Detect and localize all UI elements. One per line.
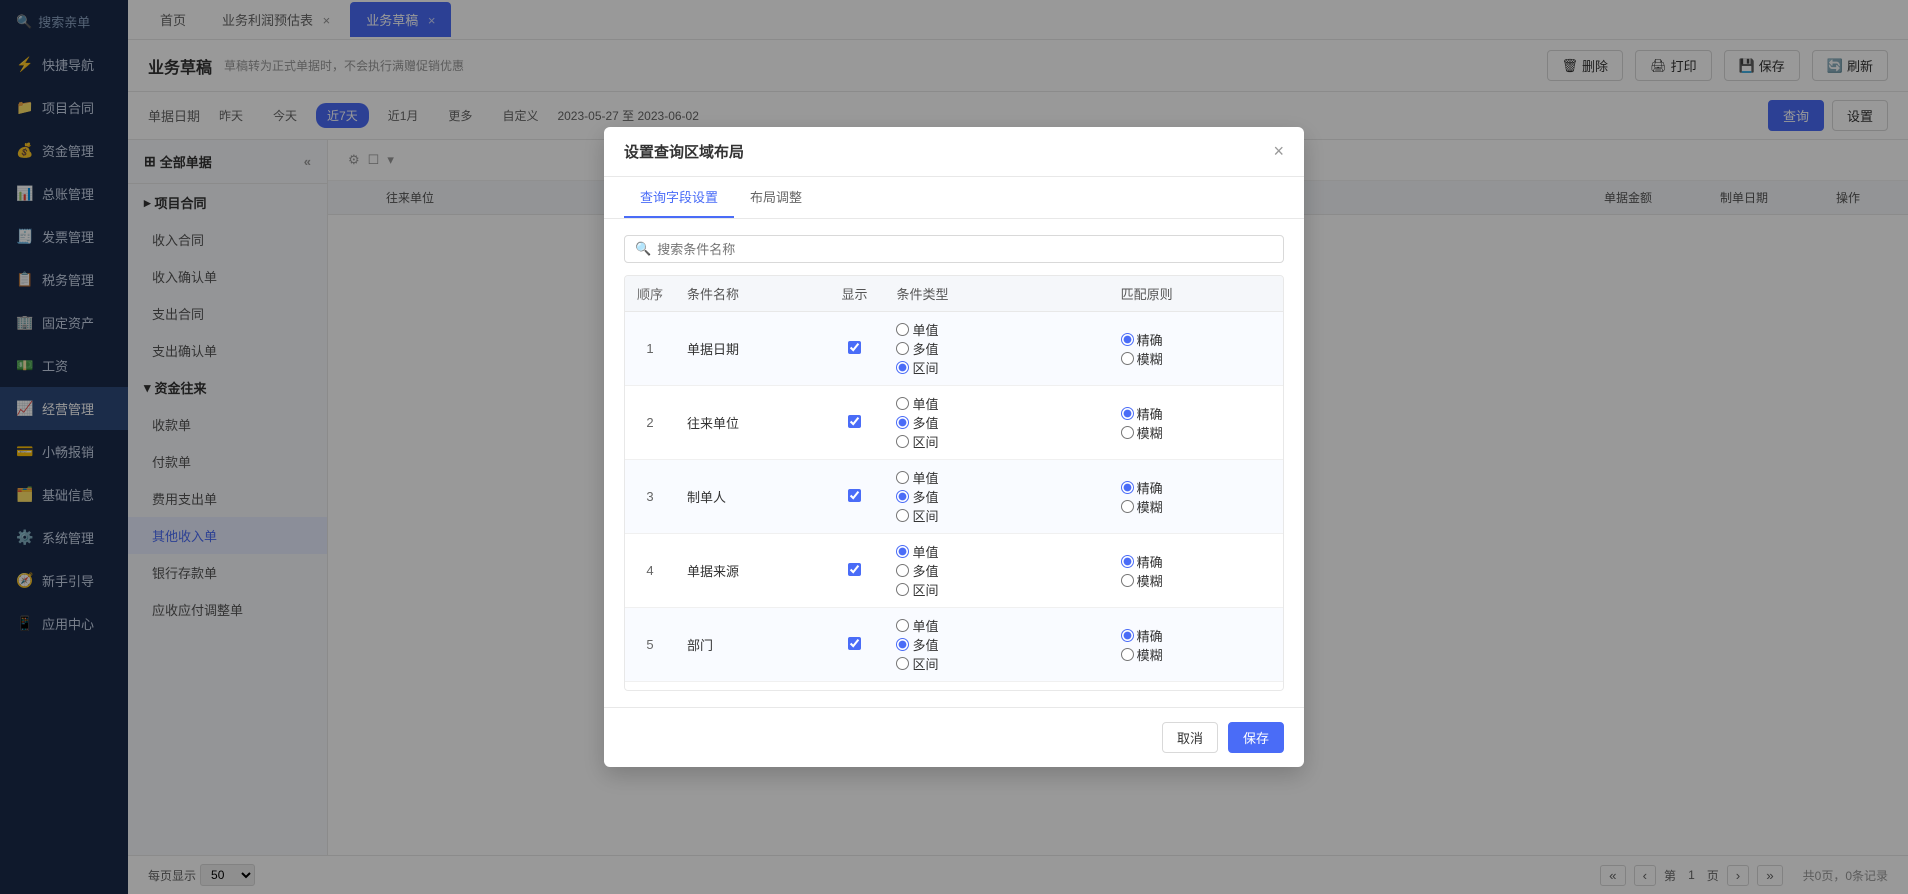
type-multi[interactable]: 多值 [896, 635, 1096, 654]
col-type: 条件类型 [884, 276, 1108, 312]
modal-search-input[interactable] [657, 242, 1273, 257]
col-display: 显示 [824, 276, 884, 312]
type-range[interactable]: 区间 [896, 506, 1096, 525]
modal-footer: 取消 保存 [604, 707, 1304, 767]
modal-save-button[interactable]: 保存 [1228, 722, 1284, 753]
row-display[interactable] [824, 608, 884, 682]
display-checkbox[interactable] [848, 563, 861, 576]
row-type: 单值多值区间 [884, 608, 1108, 682]
row-display[interactable] [824, 386, 884, 460]
row-match: 精确模糊 [1109, 460, 1283, 534]
type-single[interactable]: 单值 [896, 394, 1096, 413]
save-label: 保存 [1243, 728, 1269, 747]
display-checkbox[interactable] [848, 489, 861, 502]
row-type: 单值多值区间 [884, 312, 1108, 386]
modal-tab-query[interactable]: 查询字段设置 [624, 177, 734, 218]
modal-table-row: 4单据来源单值多值区间精确模糊 [625, 534, 1283, 608]
modal-tab-query-label: 查询字段设置 [640, 190, 718, 205]
match-fuzzy[interactable]: 模糊 [1121, 423, 1271, 442]
type-single[interactable]: 单值 [896, 616, 1096, 635]
modal-close-button[interactable]: × [1273, 141, 1284, 162]
match-exact[interactable]: 精确 [1121, 404, 1271, 423]
modal-search-bar: 🔍 [624, 235, 1284, 263]
modal-table-row: 5部门单值多值区间精确模糊 [625, 608, 1283, 682]
modal-body: 🔍 顺序 条件名称 显示 条件类型 匹配原则 1单据日期 [604, 219, 1304, 707]
match-exact[interactable]: 精确 [1121, 478, 1271, 497]
type-single[interactable]: 单值 [896, 468, 1096, 487]
row-name: 单据日期 [675, 312, 824, 386]
row-order: 6 [625, 682, 675, 692]
row-type: 单值多值区间 [884, 534, 1108, 608]
row-order: 1 [625, 312, 675, 386]
row-display[interactable] [824, 312, 884, 386]
type-range[interactable]: 区间 [896, 654, 1096, 673]
display-checkbox[interactable] [848, 637, 861, 650]
modal-tabs: 查询字段设置 布局调整 [604, 177, 1304, 219]
modal-table-row: 3制单人单值多值区间精确模糊 [625, 460, 1283, 534]
type-single[interactable]: 单值 [896, 690, 1096, 691]
col-order: 顺序 [625, 276, 675, 312]
row-order: 5 [625, 608, 675, 682]
modal-tab-layout[interactable]: 布局调整 [734, 177, 818, 218]
match-fuzzy[interactable]: 模糊 [1121, 497, 1271, 516]
match-fuzzy[interactable]: 模糊 [1121, 571, 1271, 590]
row-match: 精确模糊 [1109, 608, 1283, 682]
modal-search-icon: 🔍 [635, 241, 651, 257]
modal-table-body: 1单据日期单值多值区间精确模糊2往来单位单值多值区间精确模糊3制单人单值多值区间… [625, 312, 1283, 692]
modal-overlay[interactable]: 设置查询区域布局 × 查询字段设置 布局调整 🔍 顺序 条件 [0, 0, 1908, 894]
display-checkbox[interactable] [848, 341, 861, 354]
row-match: 精确模糊 [1109, 312, 1283, 386]
display-checkbox[interactable] [848, 415, 861, 428]
match-exact[interactable]: 精确 [1121, 552, 1271, 571]
modal-table-header: 顺序 条件名称 显示 条件类型 匹配原则 [625, 276, 1283, 312]
row-order: 2 [625, 386, 675, 460]
modal-cancel-button[interactable]: 取消 [1162, 722, 1218, 753]
col-match: 匹配原则 [1109, 276, 1283, 312]
type-multi[interactable]: 多值 [896, 413, 1096, 432]
row-name: 单据来源 [675, 534, 824, 608]
type-single[interactable]: 单值 [896, 542, 1096, 561]
modal-table-row: 1单据日期单值多值区间精确模糊 [625, 312, 1283, 386]
col-name: 条件名称 [675, 276, 824, 312]
modal-table-container: 顺序 条件名称 显示 条件类型 匹配原则 1单据日期单值多值区间精确模糊2往来单… [624, 275, 1284, 691]
match-exact[interactable]: 精确 [1121, 330, 1271, 349]
match-fuzzy[interactable]: 模糊 [1121, 645, 1271, 664]
match-exact[interactable]: 精确 [1121, 626, 1271, 645]
modal-tab-layout-label: 布局调整 [750, 190, 802, 205]
modal-table-row: 6业务员 单值多值区间精确模糊 [625, 682, 1283, 692]
row-name: 业务员 [675, 682, 824, 692]
row-order: 4 [625, 534, 675, 608]
row-match: 精确模糊 [1109, 534, 1283, 608]
row-type: 单值多值区间 [884, 460, 1108, 534]
row-name: 部门 [675, 608, 824, 682]
row-display[interactable] [824, 682, 884, 692]
type-range[interactable]: 区间 [896, 358, 1096, 377]
row-match: 精确模糊 [1109, 682, 1283, 692]
row-name: 制单人 [675, 460, 824, 534]
modal-table-row: 2往来单位单值多值区间精确模糊 [625, 386, 1283, 460]
row-type: 单值多值区间 [884, 386, 1108, 460]
row-match: 精确模糊 [1109, 386, 1283, 460]
cancel-label: 取消 [1177, 728, 1203, 747]
type-multi[interactable]: 多值 [896, 339, 1096, 358]
type-multi[interactable]: 多值 [896, 561, 1096, 580]
modal-header: 设置查询区域布局 × [604, 127, 1304, 177]
type-multi[interactable]: 多值 [896, 487, 1096, 506]
match-fuzzy[interactable]: 模糊 [1121, 349, 1271, 368]
type-range[interactable]: 区间 [896, 432, 1096, 451]
row-order: 3 [625, 460, 675, 534]
modal: 设置查询区域布局 × 查询字段设置 布局调整 🔍 顺序 条件 [604, 127, 1304, 767]
type-single[interactable]: 单值 [896, 320, 1096, 339]
modal-title: 设置查询区域布局 [624, 141, 744, 162]
type-range[interactable]: 区间 [896, 580, 1096, 599]
row-type: 单值多值区间 [884, 682, 1108, 692]
row-name: 往来单位 [675, 386, 824, 460]
row-display[interactable] [824, 534, 884, 608]
modal-table: 顺序 条件名称 显示 条件类型 匹配原则 1单据日期单值多值区间精确模糊2往来单… [625, 276, 1283, 691]
row-display[interactable] [824, 460, 884, 534]
